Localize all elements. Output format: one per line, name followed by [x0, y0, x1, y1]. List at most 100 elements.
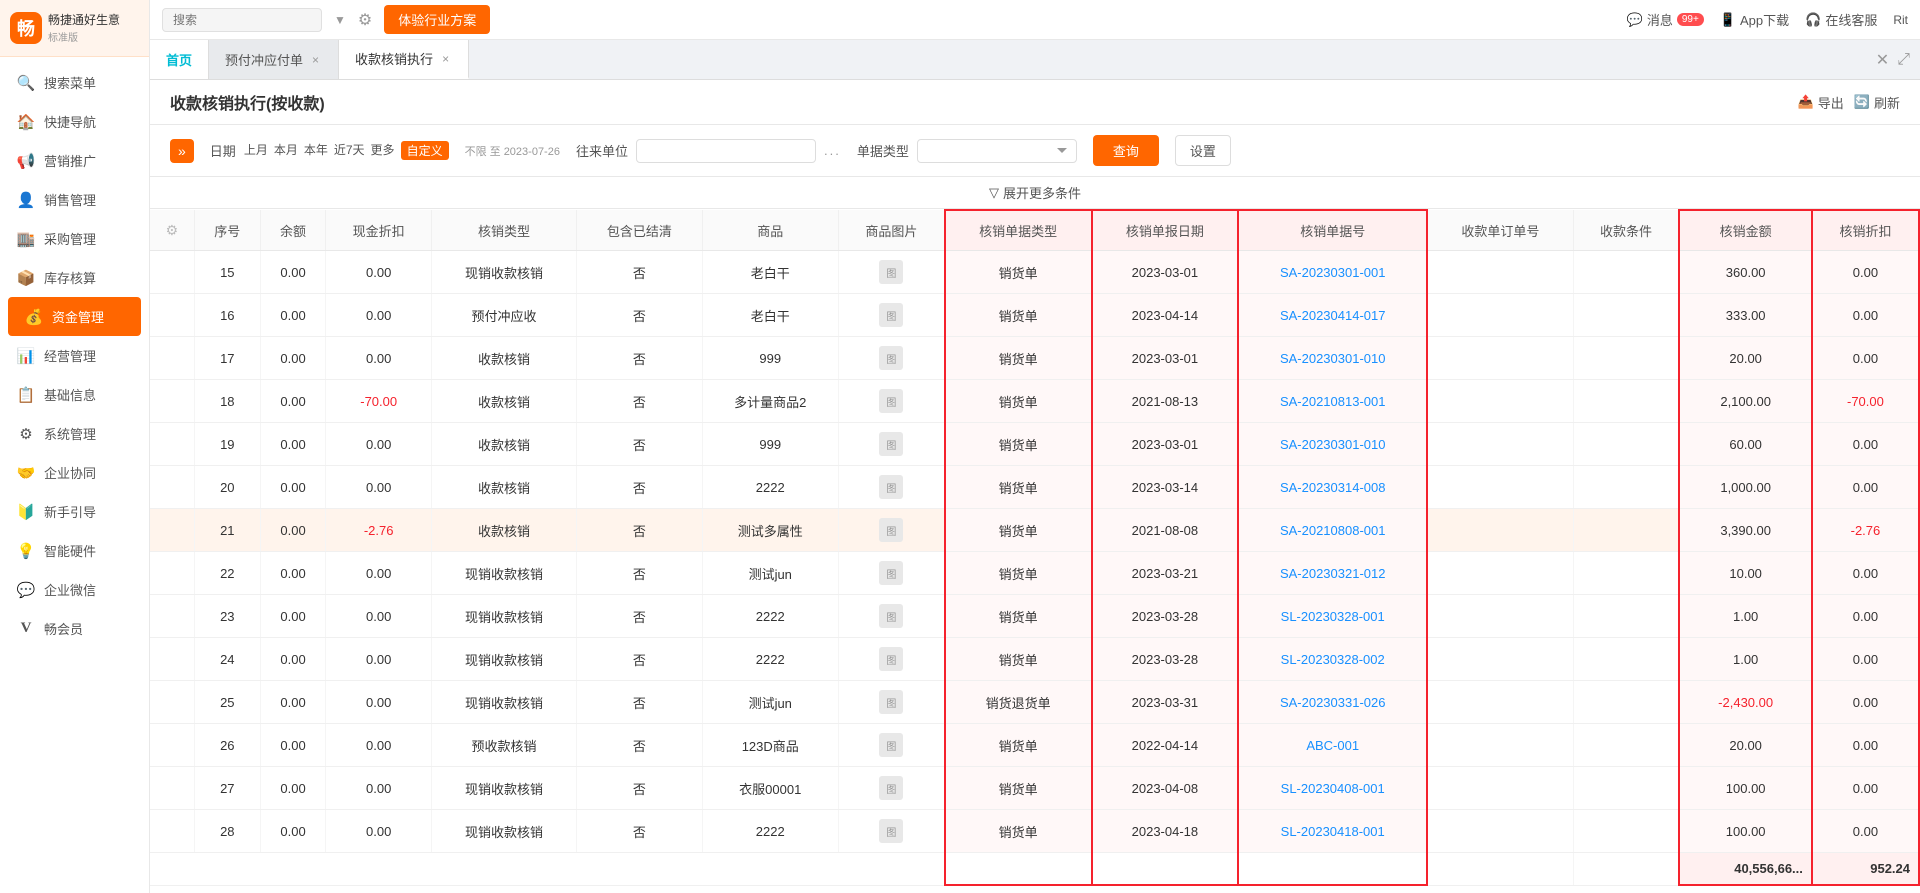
expand-more-button[interactable]: ▽ 展开更多条件 — [989, 183, 1081, 202]
verify-bill-no-link[interactable]: SA-20230321-012 — [1280, 566, 1386, 581]
cell-verify-bill-no[interactable]: SA-20230301-001 — [1238, 251, 1427, 294]
cell-verify-bill-no[interactable]: SA-20230321-012 — [1238, 552, 1427, 595]
sidebar-item-label: 基础信息 — [44, 385, 96, 404]
tab-receipt[interactable]: 收款核销执行 × — [339, 40, 469, 79]
cell-verify-bill-no[interactable]: SA-20230314-008 — [1238, 466, 1427, 509]
topbar-gear-icon[interactable]: ⚙ — [358, 10, 372, 30]
sidebar-item-basic[interactable]: 📋 基础信息 — [0, 375, 149, 414]
cell-goods-img: 图 — [838, 810, 944, 853]
verify-bill-no-link[interactable]: SA-20210813-001 — [1280, 394, 1386, 409]
message-button[interactable]: 💬 消息 99+ — [1627, 10, 1704, 29]
verify-bill-no-link[interactable]: SL-20230328-002 — [1281, 652, 1385, 667]
cell-included-settled: 否 — [577, 595, 702, 638]
tab-prepay[interactable]: 预付冲应付单 × — [209, 40, 339, 79]
sidebar-item-wechat[interactable]: 💬 企业微信 — [0, 570, 149, 609]
cell-receipt-order-no — [1427, 724, 1573, 767]
export-button[interactable]: 📤 导出 — [1798, 93, 1844, 112]
date-last-month[interactable]: 上月 — [244, 141, 268, 160]
cell-verify-bill-type: 销货单 — [945, 595, 1092, 638]
sidebar-item-hardware[interactable]: 💡 智能硬件 — [0, 531, 149, 570]
sidebar-item-purchase[interactable]: 🏬 采购管理 — [0, 219, 149, 258]
online-service-button[interactable]: 🎧 在线客服 — [1805, 10, 1877, 29]
cell-actions — [150, 638, 194, 681]
cell-verify-bill-type: 销货单 — [945, 337, 1092, 380]
user-name[interactable]: Rit — [1893, 13, 1908, 27]
tabbar-actions: ✕ ⤢ — [1866, 40, 1920, 79]
cell-verify-amount: 20.00 — [1679, 724, 1811, 767]
footer-verify-amount: 40,556,66... — [1679, 853, 1811, 886]
cell-verify-bill-no[interactable]: SA-20230414-017 — [1238, 294, 1427, 337]
topbar-dropdown-arrow[interactable]: ▼ — [334, 13, 346, 27]
cell-receipt-order-no — [1427, 466, 1573, 509]
sidebar-item-inventory[interactable]: 📦 库存核算 — [0, 258, 149, 297]
sidebar-item-guide[interactable]: 🔰 新手引导 — [0, 492, 149, 531]
cell-verify-bill-no[interactable]: ABC-001 — [1238, 724, 1427, 767]
sidebar-item-corp[interactable]: 🤝 企业协同 — [0, 453, 149, 492]
tab-close-all-button[interactable]: ✕ — [1876, 50, 1889, 70]
date-custom[interactable]: 自定义 — [401, 141, 449, 160]
tab-prepay-close-icon[interactable]: × — [309, 52, 322, 68]
refresh-label: 刷新 — [1874, 93, 1900, 112]
cell-included-settled: 否 — [577, 337, 702, 380]
cell-verify-bill-no[interactable]: SA-20230331-026 — [1238, 681, 1427, 724]
cell-cash-discount: 0.00 — [326, 638, 432, 681]
verify-bill-no-link[interactable]: SA-20230301-010 — [1280, 437, 1386, 452]
sidebar-item-search[interactable]: 🔍 搜索菜单 — [0, 63, 149, 102]
sidebar-item-marketing[interactable]: 📢 营销推广 — [0, 141, 149, 180]
cell-verify-bill-no[interactable]: SA-20230301-010 — [1238, 337, 1427, 380]
topbar-search-input[interactable] — [162, 8, 322, 32]
sidebar-item-system[interactable]: ⚙ 系统管理 — [0, 414, 149, 453]
cell-no: 16 — [194, 294, 260, 337]
date-last-7days[interactable]: 近7天 — [334, 141, 365, 160]
verify-bill-no-link[interactable]: SL-20230418-001 — [1281, 824, 1385, 839]
sidebar-item-label: 经营管理 — [44, 346, 96, 365]
verify-bill-no-link[interactable]: SL-20230408-001 — [1281, 781, 1385, 796]
cell-verify-bill-no[interactable]: SL-20230418-001 — [1238, 810, 1427, 853]
verify-bill-no-link[interactable]: SA-20210808-001 — [1280, 523, 1386, 538]
th-gear[interactable]: ⚙ — [150, 210, 194, 251]
date-this-month[interactable]: 本月 — [274, 141, 298, 160]
filter-expand-button[interactable]: » — [170, 139, 194, 163]
sidebar-item-sales[interactable]: 👤 销售管理 — [0, 180, 149, 219]
industry-solution-button[interactable]: 体验行业方案 — [384, 5, 490, 34]
verify-bill-no-link[interactable]: SA-20230301-001 — [1280, 265, 1386, 280]
table-footer-row: 40,556,66... 952.24 — [150, 853, 1919, 886]
cell-no: 21 — [194, 509, 260, 552]
cell-verify-bill-no[interactable]: SA-20210813-001 — [1238, 380, 1427, 423]
verify-bill-no-link[interactable]: SA-20230314-008 — [1280, 480, 1386, 495]
cell-verify-bill-no[interactable]: SA-20210808-001 — [1238, 509, 1427, 552]
cell-goods-img: 图 — [838, 294, 944, 337]
verify-bill-no-link[interactable]: SA-20230414-017 — [1280, 308, 1386, 323]
cell-verify-bill-no[interactable]: SL-20230408-001 — [1238, 767, 1427, 810]
query-button[interactable]: 查询 — [1093, 135, 1159, 166]
tab-home[interactable]: 首页 — [150, 40, 209, 79]
cell-verify-bill-date: 2021-08-08 — [1092, 509, 1239, 552]
main-content: 收款核销执行(按收款) 📤 导出 🔄 刷新 » 日期 上月 本月 本年 近7天 … — [150, 80, 1920, 893]
from-unit-input[interactable] — [636, 139, 816, 163]
verify-bill-no-link[interactable]: SL-20230328-001 — [1281, 609, 1385, 624]
tab-receipt-close-icon[interactable]: × — [439, 51, 452, 67]
verify-bill-no-link[interactable]: SA-20230301-010 — [1280, 351, 1386, 366]
cell-goods: 999 — [702, 423, 838, 466]
sidebar-item-business[interactable]: 📊 经营管理 — [0, 336, 149, 375]
verify-bill-no-link[interactable]: ABC-001 — [1306, 738, 1359, 753]
cell-verify-bill-date: 2023-04-18 — [1092, 810, 1239, 853]
cell-receipt-condition — [1573, 595, 1679, 638]
bill-type-select[interactable] — [917, 139, 1077, 163]
tab-maximize-button[interactable]: ⤢ — [1897, 51, 1910, 69]
cell-verify-type: 现销收款核销 — [431, 552, 576, 595]
sidebar-item-finance[interactable]: 💰 资金管理 — [8, 297, 141, 336]
verify-bill-no-link[interactable]: SA-20230331-026 — [1280, 695, 1386, 710]
cell-verify-bill-no[interactable]: SL-20230328-001 — [1238, 595, 1427, 638]
settings-button[interactable]: 设置 — [1175, 135, 1231, 166]
app-download-button[interactable]: 📱 App下载 — [1720, 10, 1789, 29]
date-this-year[interactable]: 本年 — [304, 141, 328, 160]
refresh-button[interactable]: 🔄 刷新 — [1854, 93, 1900, 112]
cell-verify-bill-no[interactable]: SL-20230328-002 — [1238, 638, 1427, 681]
cell-verify-bill-no[interactable]: SA-20230301-010 — [1238, 423, 1427, 466]
sidebar-item-member[interactable]: V 畅会员 — [0, 609, 149, 648]
sidebar-item-quicknav[interactable]: 🏠 快捷导航 — [0, 102, 149, 141]
cell-verify-type: 现销收款核销 — [431, 595, 576, 638]
date-more[interactable]: 更多 — [371, 141, 395, 160]
column-settings-icon: ⚙ — [166, 222, 179, 238]
